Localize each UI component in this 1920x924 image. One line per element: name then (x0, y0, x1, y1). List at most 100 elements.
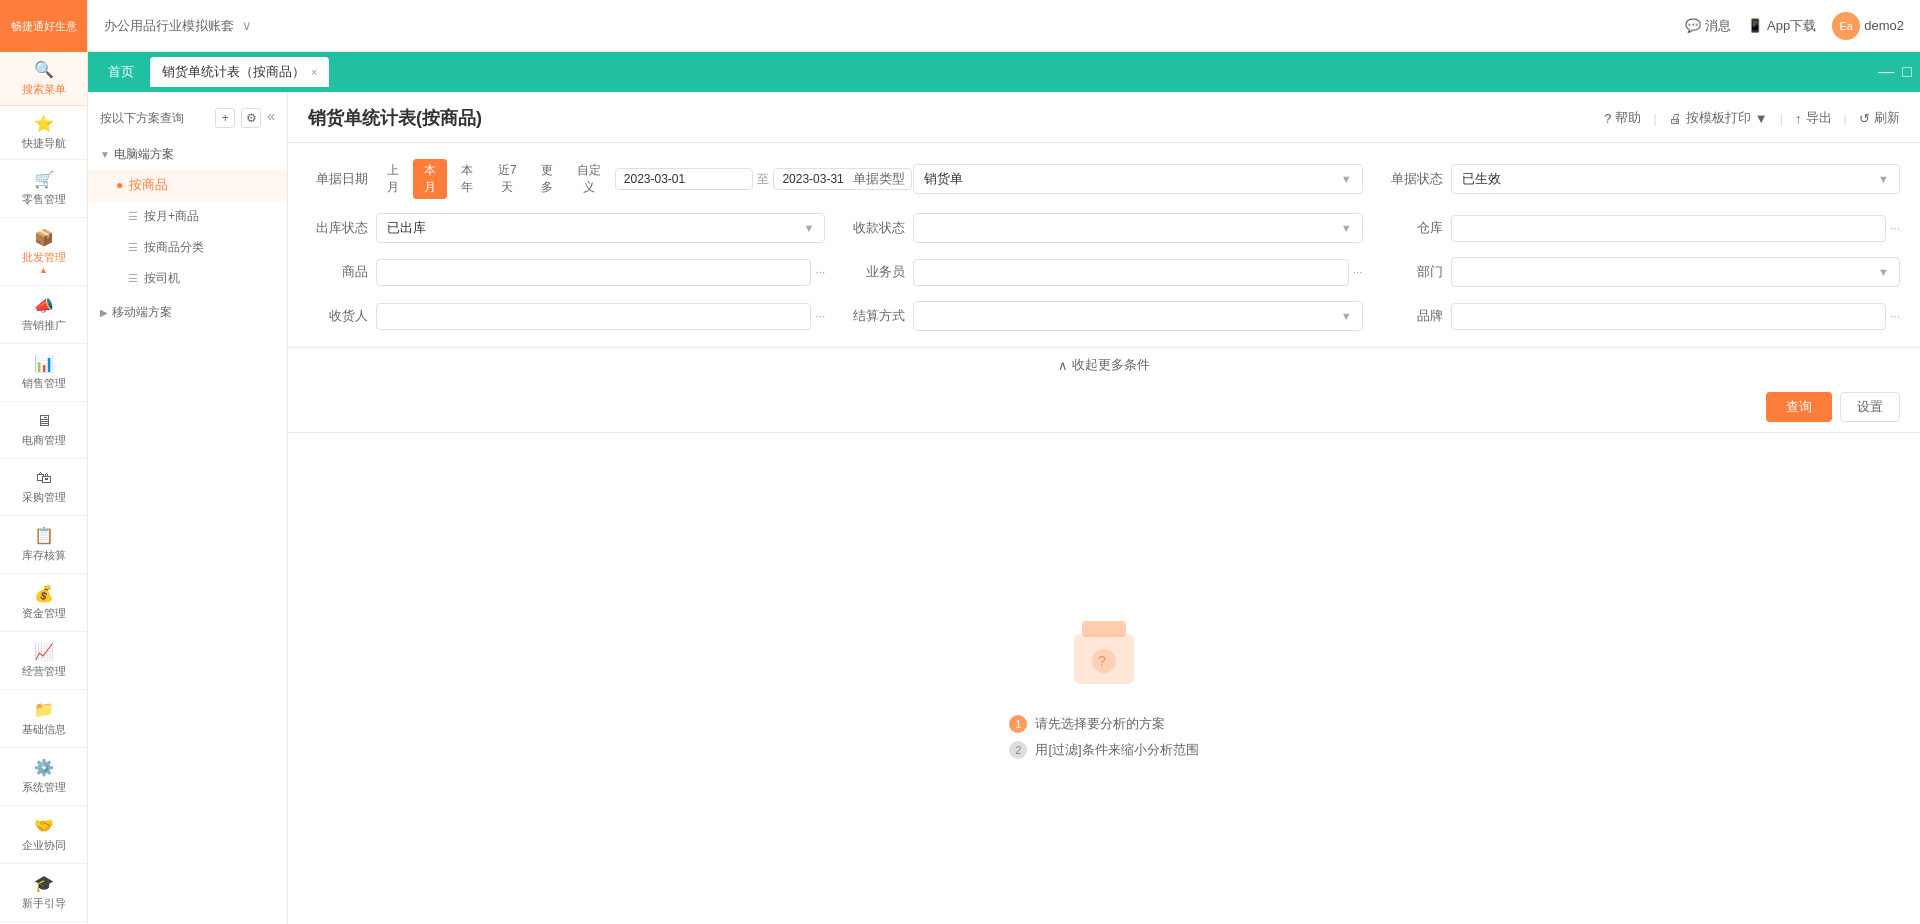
sidebar-item-inventory[interactable]: 📋 库存核算 (0, 516, 87, 574)
sidebar-item-retail[interactable]: 🛒 零售管理 (0, 160, 87, 218)
receiver-ellipsis-icon[interactable]: ··· (815, 309, 825, 323)
tab-close-icon[interactable]: × (311, 66, 317, 78)
doc-status-arrow-icon: ▼ (1878, 173, 1889, 185)
filter-item-by-department[interactable]: ☰ 按司机 (88, 263, 287, 294)
brand-input[interactable] (1451, 303, 1886, 330)
sidebar-item-label: 企业协同 (22, 838, 66, 853)
tutorial-icon: 🎓 (34, 874, 54, 893)
sidebar-item-system[interactable]: ⚙️ 系统管理 (0, 748, 87, 806)
page-actions: ? 帮助 | 🖨 按模板打印 ▼ | ↑ (1604, 109, 1900, 127)
receipt-status-arrow-icon: ▼ (1341, 222, 1352, 234)
sidebar-item-ecommerce[interactable]: 🖥 电商管理 (0, 402, 87, 459)
query-button[interactable]: 查询 (1766, 392, 1832, 422)
doc-status-select[interactable]: 已生效 ▼ (1451, 164, 1900, 194)
tab-home[interactable]: 首页 (96, 57, 146, 87)
sidebar-item-tutorial[interactable]: 🎓 新手引导 (0, 864, 87, 922)
out-status-select[interactable]: 已出库 ▼ (376, 213, 825, 243)
sidebar-item-quick-nav[interactable]: ⭐ 快捷导航 (0, 106, 87, 160)
sidebar-item-coop[interactable]: 🤝 企业协同 (0, 806, 87, 864)
empty-hint-2: 2 用[过滤]条件来缩小分析范围 (1009, 741, 1198, 759)
warehouse-input[interactable] (1451, 215, 1886, 242)
collapse-up-icon: ∧ (1058, 358, 1068, 373)
filter-add-button[interactable]: + (215, 108, 235, 128)
product-ellipsis-icon[interactable]: ··· (815, 265, 825, 279)
app-download-button[interactable]: 📱 App下载 (1747, 17, 1816, 35)
hint-number-2: 2 (1009, 741, 1027, 759)
filter-field-salesperson: 业务员 ··· (845, 259, 1362, 286)
warehouse-ellipsis-icon[interactable]: ··· (1890, 221, 1900, 235)
empty-illustration: ? (1054, 599, 1154, 699)
date-btn-more[interactable]: 更多 (531, 159, 564, 199)
purchase-icon: 🛍 (36, 469, 52, 487)
sub-filter-item-label: 按司机 (144, 270, 180, 287)
basic-info-icon: 📁 (34, 700, 54, 719)
pc-section-header[interactable]: ▼ 电脑端方案 (88, 140, 287, 169)
filter-item-by-month-product[interactable]: ☰ 按月+商品 (88, 201, 287, 232)
doc-type-value: 销货单 (924, 170, 963, 188)
salesperson-input[interactable] (913, 259, 1348, 286)
user-profile-button[interactable]: Ea demo2 (1832, 12, 1904, 40)
filter-field-doc-type: 单据类型 销货单 ▼ (845, 164, 1362, 194)
date-btn-this-year[interactable]: 本年 (451, 159, 484, 199)
refresh-button[interactable]: ↺ 刷新 (1859, 109, 1900, 127)
filter-settings-button[interactable]: ⚙ (241, 108, 261, 128)
breadcrumb: 办公用品行业模拟账套 ∨ (104, 17, 252, 35)
product-input[interactable] (376, 259, 811, 286)
sidebar-item-wholesale[interactable]: 📦 批发管理 ▲ (0, 218, 87, 286)
receiver-input[interactable] (376, 303, 811, 330)
export-button[interactable]: ↑ 导出 (1795, 109, 1832, 127)
filter-item-by-product[interactable]: ● 按商品 (88, 169, 287, 201)
empty-hint-1: 1 请先选择要分析的方案 (1009, 715, 1198, 733)
template-print-button[interactable]: 🖨 按模板打印 ▼ (1669, 109, 1768, 127)
brand-ellipsis-icon[interactable]: ··· (1890, 309, 1900, 323)
salesperson-ellipsis-icon[interactable]: ··· (1353, 265, 1363, 279)
sidebar-item-label: 基础信息 (22, 722, 66, 737)
phone-icon: 📱 (1747, 18, 1763, 33)
filter-field-warehouse: 仓库 ··· (1383, 215, 1900, 242)
doc-type-select[interactable]: 销货单 ▼ (913, 164, 1362, 194)
settings-button[interactable]: 设置 (1840, 392, 1900, 422)
sidebar: 畅捷通好生意 🔍 搜索菜单 ⭐ 快捷导航 🛒 零售管理 📦 批发管理 ▲ 📣 营… (0, 0, 88, 924)
tab-bar: 首页 销货单统计表（按商品） × — □ (88, 52, 1920, 92)
receipt-status-select[interactable]: ▼ (913, 213, 1362, 243)
content-area: 按以下方案查询 + ⚙ « ▼ 电脑端方案 ● 按商品 ☰ (88, 92, 1920, 924)
mobile-section-header[interactable]: ▶ 移动端方案 (88, 298, 287, 327)
date-btn-7days[interactable]: 近7天 (488, 159, 527, 199)
export-icon: ↑ (1795, 111, 1802, 126)
sidebar-item-basic-info[interactable]: 📁 基础信息 (0, 690, 87, 748)
filter-field-product: 商品 ··· (308, 259, 825, 286)
help-button[interactable]: ? 帮助 (1604, 109, 1641, 127)
filter-item-by-category[interactable]: ☰ 按商品分类 (88, 232, 287, 263)
print-arrow-icon: ▼ (1755, 111, 1768, 126)
sidebar-item-finance[interactable]: 💰 资金管理 (0, 574, 87, 632)
hint-text-1: 请先选择要分析的方案 (1035, 715, 1165, 733)
refresh-icon: ↺ (1859, 111, 1870, 126)
tab-maximize-icon[interactable]: □ (1902, 63, 1912, 81)
sidebar-item-sales[interactable]: 📊 销售管理 (0, 344, 87, 402)
receiver-label: 收货人 (308, 307, 368, 325)
doc-status-label: 单据状态 (1383, 170, 1443, 188)
sidebar-item-label: 新手引导 (22, 896, 66, 911)
mobile-section-arrow-icon: ▶ (100, 307, 108, 318)
sidebar-item-marketing[interactable]: 📣 营销推广 (0, 286, 87, 344)
department-select[interactable]: ▼ (1451, 257, 1900, 287)
toolbar: 查询 设置 (288, 382, 1920, 433)
receipt-status-label: 收款状态 (845, 219, 905, 237)
print-icon: 🖨 (1669, 111, 1682, 126)
finance-icon: 💰 (34, 584, 54, 603)
collapse-bar[interactable]: ∧ 收起更多条件 (288, 347, 1920, 382)
header-right: 💬 消息 📱 App下载 Ea demo2 (1685, 12, 1904, 40)
sidebar-item-operations[interactable]: 📈 经营管理 (0, 632, 87, 690)
date-from-input[interactable] (615, 168, 754, 190)
sidebar-item-search-menu[interactable]: 🔍 搜索菜单 (0, 52, 87, 106)
date-btn-this-month[interactable]: 本月 (413, 159, 446, 199)
filter-collapse-button[interactable]: « (267, 108, 275, 128)
tab-minimize-icon[interactable]: — (1878, 63, 1894, 81)
date-btn-custom[interactable]: 自定义 (568, 159, 611, 199)
payment-select[interactable]: ▼ (913, 301, 1362, 331)
message-button[interactable]: 💬 消息 (1685, 17, 1731, 35)
date-btn-last-month[interactable]: 上月 (376, 159, 409, 199)
sidebar-item-purchase[interactable]: 🛍 采购管理 (0, 459, 87, 516)
sidebar-item-label: 零售管理 (22, 192, 66, 207)
tab-active[interactable]: 销货单统计表（按商品） × (150, 57, 329, 87)
